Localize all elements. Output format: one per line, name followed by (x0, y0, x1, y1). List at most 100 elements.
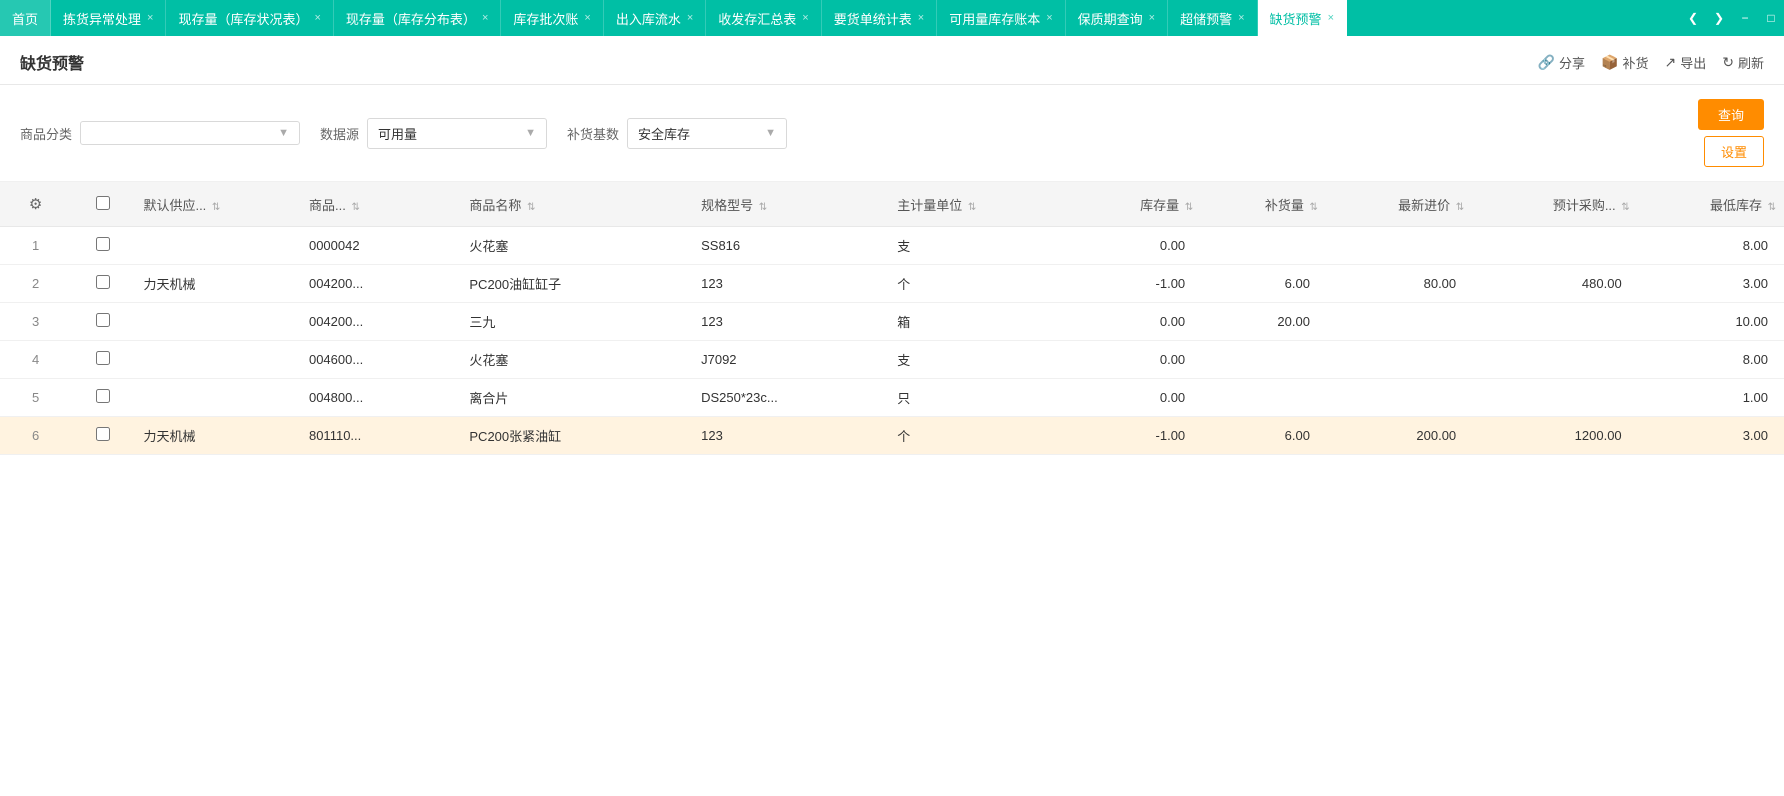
replenish-base-filter-group: 补货基数 安全库存 ▼ (567, 118, 787, 149)
tab-batch-account-close[interactable]: × (584, 12, 590, 24)
tab-minimize-btn[interactable]: − (1732, 0, 1758, 36)
supplier-sort-icon: ⇅ (212, 202, 220, 213)
tab-receipt-summary[interactable]: 收发存汇总表 × (706, 0, 821, 36)
tab-batch-account[interactable]: 库存批次账 × (501, 0, 603, 36)
tab-inout-flow-close[interactable]: × (687, 12, 693, 24)
cell-price (1326, 379, 1472, 417)
th-supplier[interactable]: 默认供应... ⇅ (135, 182, 301, 227)
cell-unit: 个 (889, 417, 1058, 455)
th-replenish[interactable]: 补货量 ⇅ (1201, 182, 1326, 227)
cell-price: 80.00 (1326, 265, 1472, 303)
cell-spec: J7092 (693, 341, 889, 379)
export-button[interactable]: ↗ 导出 (1665, 53, 1707, 72)
cell-unit: 箱 (889, 303, 1058, 341)
tab-stock-status-close[interactable]: × (314, 12, 320, 24)
tab-overstock[interactable]: 超储预警 × (1168, 0, 1257, 36)
cell-check[interactable] (71, 341, 135, 379)
cell-replenish: 6.00 (1201, 265, 1326, 303)
th-price[interactable]: 最新进价 ⇅ (1326, 182, 1472, 227)
cell-stock: 0.00 (1059, 341, 1202, 379)
cell-min-stock: 8.00 (1638, 341, 1784, 379)
tab-order-stats[interactable]: 要货单统计表 × (822, 0, 937, 36)
tab-prev-btn[interactable]: ❮ (1680, 0, 1706, 36)
cell-check[interactable] (71, 227, 135, 265)
table-header-row: ⚙ 默认供应... ⇅ 商品... ⇅ 商品名称 ⇅ (0, 182, 1784, 227)
unit-sort-icon: ⇅ (968, 202, 976, 213)
table-row: 1 0000042 火花塞 SS816 支 0.00 8.00 (0, 227, 1784, 265)
category-select-arrow: ▼ (278, 127, 289, 139)
row-checkbox[interactable] (96, 351, 110, 365)
tab-maximize-btn[interactable]: □ (1758, 0, 1784, 36)
action-buttons: 查询 设置 (1698, 99, 1764, 167)
tab-exception-close[interactable]: × (147, 12, 153, 24)
replenish-base-label: 补货基数 (567, 124, 619, 143)
cell-index: 6 (0, 417, 71, 455)
tab-home[interactable]: 首页 (0, 0, 51, 36)
th-purchase[interactable]: 预计采购... ⇅ (1472, 182, 1638, 227)
table-wrapper: ⚙ 默认供应... ⇅ 商品... ⇅ 商品名称 ⇅ (0, 182, 1784, 455)
cell-min-stock: 10.00 (1638, 303, 1784, 341)
category-label: 商品分类 (20, 124, 72, 143)
cell-index: 1 (0, 227, 71, 265)
tab-overstock-close[interactable]: × (1238, 12, 1244, 24)
cell-supplier (135, 227, 301, 265)
tab-next-btn[interactable]: ❯ (1706, 0, 1732, 36)
replenish-button[interactable]: 📦 补货 (1601, 53, 1648, 72)
cell-spec: DS250*23c... (693, 379, 889, 417)
replenish-base-select[interactable]: 安全库存 ▼ (627, 118, 787, 149)
th-min-stock[interactable]: 最低库存 ⇅ (1638, 182, 1784, 227)
cell-unit: 支 (889, 227, 1058, 265)
settings-button[interactable]: 设置 (1704, 136, 1764, 167)
row-checkbox[interactable] (96, 427, 110, 441)
query-button[interactable]: 查询 (1698, 99, 1764, 130)
cell-code: 004200... (301, 303, 461, 341)
tab-bar: 首页 拣货异常处理 × 现存量（库存状况表） × 现存量（库存分布表） × 库存… (0, 0, 1784, 36)
th-name[interactable]: 商品名称 ⇅ (461, 182, 693, 227)
cell-stock: -1.00 (1059, 265, 1202, 303)
tab-stock-dist[interactable]: 现存量（库存分布表） × (334, 0, 501, 36)
cell-min-stock: 3.00 (1638, 265, 1784, 303)
cell-price (1326, 303, 1472, 341)
data-table: ⚙ 默认供应... ⇅ 商品... ⇅ 商品名称 ⇅ (0, 182, 1784, 455)
row-checkbox[interactable] (96, 237, 110, 251)
cell-check[interactable] (71, 379, 135, 417)
cell-check[interactable] (71, 417, 135, 455)
select-all-checkbox[interactable] (96, 196, 110, 210)
share-button[interactable]: 🔗 分享 (1538, 53, 1585, 72)
tab-inout-flow[interactable]: 出入库流水 × (604, 0, 706, 36)
tab-available-ledger-close[interactable]: × (1046, 12, 1052, 24)
cell-check[interactable] (71, 303, 135, 341)
tab-exception[interactable]: 拣货异常处理 × (51, 0, 166, 36)
th-stock[interactable]: 库存量 ⇅ (1059, 182, 1202, 227)
th-unit[interactable]: 主计量单位 ⇅ (889, 182, 1058, 227)
column-settings-icon[interactable]: ⚙ (24, 192, 48, 216)
cell-code: 801110... (301, 417, 461, 455)
th-code[interactable]: 商品... ⇅ (301, 182, 461, 227)
row-checkbox[interactable] (96, 389, 110, 403)
export-icon: ↗ (1665, 54, 1677, 71)
cell-check[interactable] (71, 265, 135, 303)
category-select[interactable]: ▼ (80, 121, 300, 145)
cell-replenish: 6.00 (1201, 417, 1326, 455)
main-content: 缺货预警 🔗 分享 📦 补货 ↗ 导出 ↻ 刷新 商品分类 (0, 36, 1784, 796)
filter-row: 商品分类 ▼ 数据源 可用量 ▼ 补货基数 安全库存 ▼ 查询 设置 (0, 85, 1784, 182)
datasource-select[interactable]: 可用量 ▼ (367, 118, 547, 149)
row-checkbox[interactable] (96, 313, 110, 327)
replenish-base-select-value: 安全库存 (638, 124, 690, 143)
tab-stock-status[interactable]: 现存量（库存状况表） × (166, 0, 333, 36)
cell-code: 0000042 (301, 227, 461, 265)
tab-order-stats-close[interactable]: × (918, 12, 924, 24)
cell-index: 3 (0, 303, 71, 341)
tab-shortage-close[interactable]: × (1328, 12, 1334, 24)
tab-receipt-summary-close[interactable]: × (802, 12, 808, 24)
th-spec[interactable]: 规格型号 ⇅ (693, 182, 889, 227)
cell-supplier: 力天机械 (135, 265, 301, 303)
th-settings: ⚙ (0, 182, 71, 227)
tab-expiry[interactable]: 保质期查询 × (1066, 0, 1168, 36)
row-checkbox[interactable] (96, 275, 110, 289)
refresh-button[interactable]: ↻ 刷新 (1722, 53, 1764, 72)
tab-expiry-close[interactable]: × (1149, 12, 1155, 24)
tab-available-ledger[interactable]: 可用量库存账本 × (937, 0, 1065, 36)
tab-shortage[interactable]: 缺货预警 × (1258, 0, 1347, 36)
tab-stock-dist-close[interactable]: × (482, 12, 488, 24)
